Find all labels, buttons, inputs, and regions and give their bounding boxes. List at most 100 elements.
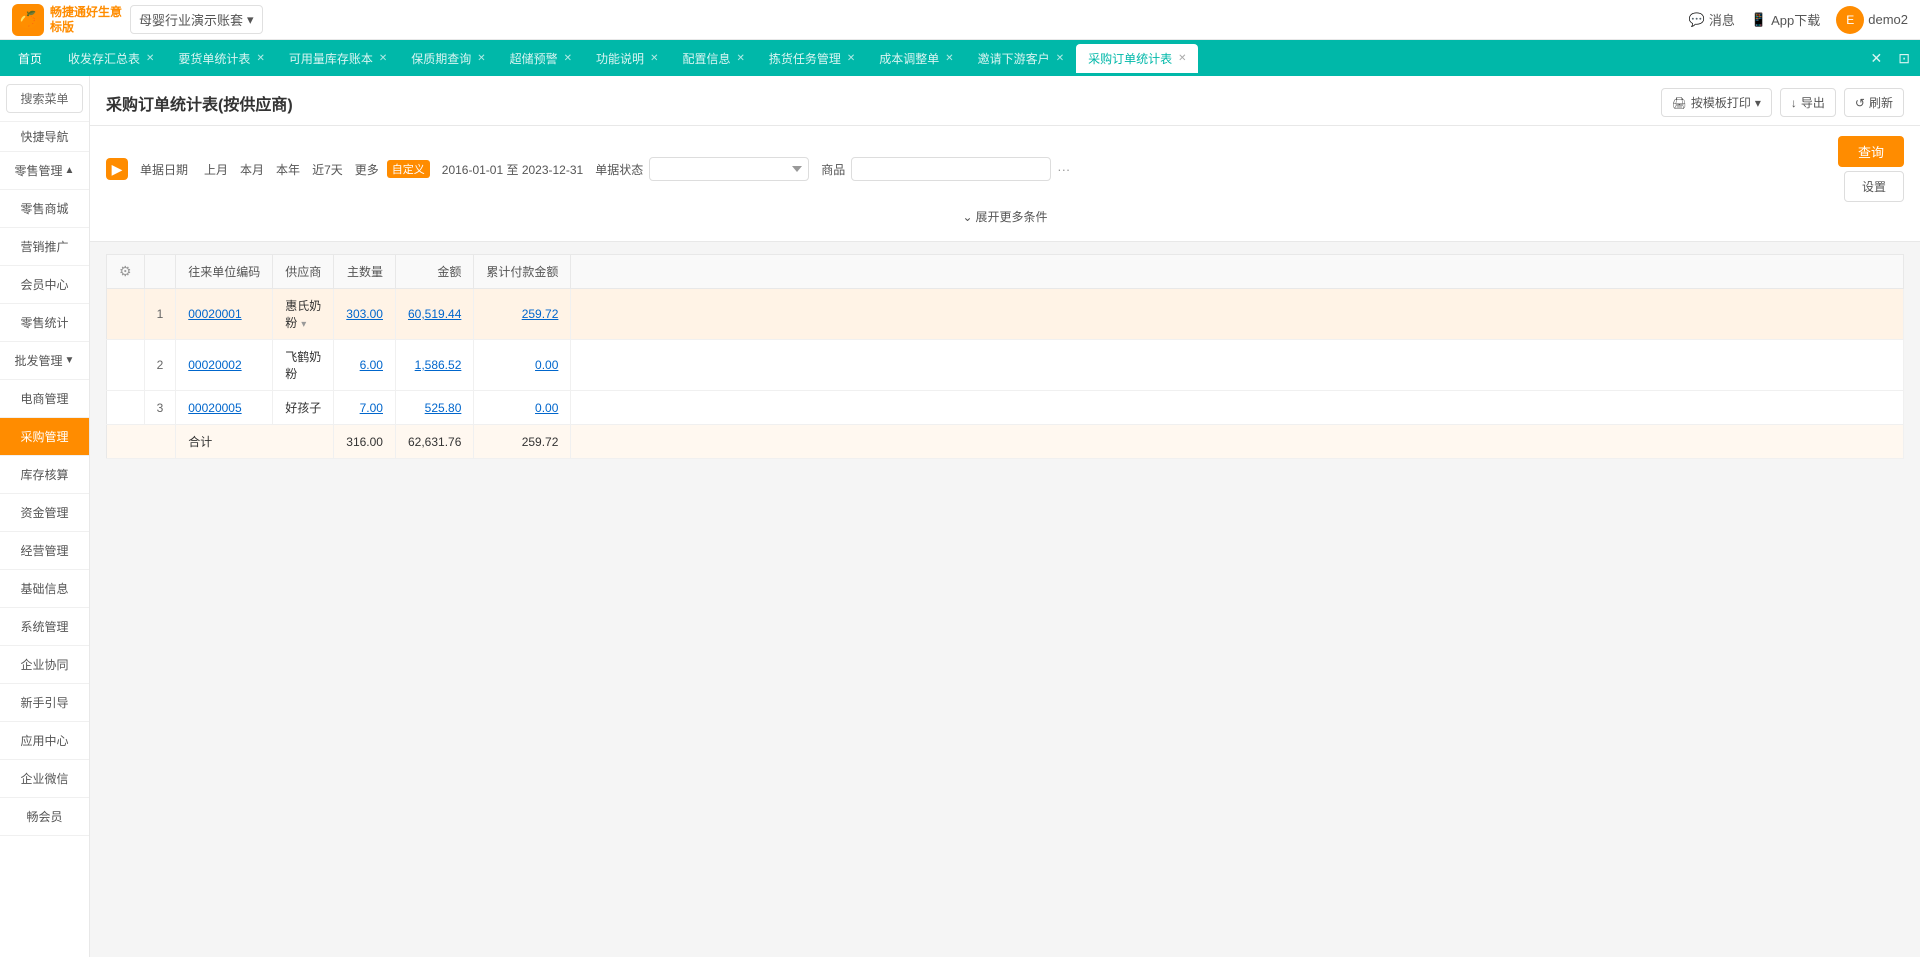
main-qty-col-header: 主数量	[334, 255, 396, 289]
row-paid-amount[interactable]: 0.00	[474, 340, 571, 391]
close-icon[interactable]: ✕	[1178, 53, 1186, 64]
row-paid-amount[interactable]: 0.00	[474, 391, 571, 425]
table-footer: 合计 316.00 62,631.76 259.72	[107, 425, 1904, 459]
maximize-button[interactable]: ⊡	[1892, 46, 1916, 71]
table-row: 3 00020005 好孩子 7.00 525.80 0.00	[107, 391, 1904, 425]
tab-baozhi[interactable]: 保质期查询 ✕	[399, 44, 497, 73]
sidebar-item-inventory[interactable]: 库存核算	[0, 456, 89, 494]
sidebar-item-appcenter[interactable]: 应用中心	[0, 722, 89, 760]
sidebar-item-enterprise-wechat[interactable]: 企业微信	[0, 760, 89, 798]
close-icon[interactable]: ✕	[477, 53, 485, 64]
close-window-button[interactable]: ✕	[1865, 46, 1889, 71]
shortcut-this-year[interactable]: 本年	[272, 159, 304, 180]
export-button[interactable]: ↓ 导出	[1780, 88, 1836, 117]
tab-paihuorenwu[interactable]: 拣货任务管理 ✕	[757, 44, 867, 73]
sidebar-item-purchase[interactable]: 采购管理	[0, 418, 89, 456]
close-icon[interactable]: ✕	[379, 53, 387, 64]
close-icon[interactable]: ✕	[650, 53, 658, 64]
tab-caigoudindan[interactable]: 采购订单统计表 ✕	[1076, 44, 1198, 73]
print-icon: 🖨	[1672, 96, 1687, 110]
nav-tabs-right: ✕ ⊡	[1865, 46, 1916, 71]
goods-more-icon[interactable]: ···	[1057, 162, 1070, 177]
sidebar-item-operations[interactable]: 经营管理	[0, 532, 89, 570]
expand-more-button[interactable]: ⌄ 展开更多条件	[962, 208, 1047, 225]
row-unit-code[interactable]: 00020002	[176, 340, 273, 391]
row-settings	[107, 340, 145, 391]
filter-toggle-button[interactable]: ▶	[106, 158, 128, 180]
user-profile[interactable]: E demo2	[1836, 6, 1908, 34]
logo-icon: 🍊	[12, 4, 44, 36]
tab-yaohuo[interactable]: 要货单统计表 ✕	[166, 44, 276, 73]
data-table: ⚙ 往来单位编码 供应商 主数量 金额 累计付款金额 1	[106, 254, 1904, 459]
status-select[interactable]	[649, 157, 809, 181]
sidebar-item-membership[interactable]: 会员中心	[0, 266, 89, 304]
query-button[interactable]: 查询	[1838, 136, 1904, 167]
total-amount: 62,631.76	[395, 425, 473, 459]
sidebar-item-retail[interactable]: 零售管理 ▲	[0, 152, 89, 190]
empty-col-header	[571, 255, 1904, 289]
shortcut-more[interactable]: 更多	[351, 159, 383, 180]
nav-tabs: 首页 收发存汇总表 ✕ 要货单统计表 ✕ 可用量库存账本 ✕ 保质期查询 ✕ 超…	[0, 40, 1920, 76]
sidebar-quick-nav[interactable]: 快捷导航	[0, 122, 89, 152]
sidebar-item-basic[interactable]: 基础信息	[0, 570, 89, 608]
close-icon[interactable]: ✕	[146, 53, 154, 64]
app-download-button[interactable]: 📱 App下载	[1751, 10, 1820, 29]
workspace-selector[interactable]: 母婴行业演示账套 ▾	[130, 5, 263, 34]
close-icon[interactable]: ✕	[945, 53, 953, 64]
tab-shoufahu[interactable]: 收发存汇总表 ✕	[56, 44, 166, 73]
sidebar-item-wholesale[interactable]: 批发管理 ▼	[0, 342, 89, 380]
row-empty	[571, 340, 1904, 391]
tab-keyong[interactable]: 可用量库存账本 ✕	[277, 44, 399, 73]
tab-chengbentiaozhen[interactable]: 成本调整单 ✕	[867, 44, 965, 73]
search-menu-button[interactable]: 搜索菜单	[6, 84, 83, 113]
download-icon: 📱	[1751, 12, 1767, 28]
row-main-qty[interactable]: 303.00	[334, 289, 396, 340]
tab-peizhi[interactable]: 配置信息 ✕	[670, 44, 756, 73]
row-amount[interactable]: 1,586.52	[395, 340, 473, 391]
row-expand-icon[interactable]: ▾	[301, 319, 306, 330]
goods-input[interactable]	[851, 157, 1051, 181]
template-print-button[interactable]: 🖨 按模板打印 ▾	[1661, 88, 1772, 117]
sidebar-item-enterprise[interactable]: 企业协同	[0, 646, 89, 684]
export-icon: ↓	[1791, 96, 1797, 110]
row-unit-code[interactable]: 00020005	[176, 391, 273, 425]
sidebar-item-ecommerce[interactable]: 电商管理	[0, 380, 89, 418]
sidebar-item-marketing[interactable]: 营销推广	[0, 228, 89, 266]
close-icon[interactable]: ✕	[736, 53, 744, 64]
sidebar-item-system[interactable]: 系统管理	[0, 608, 89, 646]
close-icon[interactable]: ✕	[1056, 53, 1064, 64]
shortcut-this-month[interactable]: 本月	[236, 159, 268, 180]
top-bar: 🍊 畅捷通好生意 标版 母婴行业演示账套 ▾ 💬 消息 📱 App下载 E de…	[0, 0, 1920, 40]
row-unit-code[interactable]: 00020001	[176, 289, 273, 340]
row-paid-amount[interactable]: 259.72	[474, 289, 571, 340]
refresh-button[interactable]: ↺ 刷新	[1844, 88, 1904, 117]
sidebar-item-finance[interactable]: 资金管理	[0, 494, 89, 532]
row-settings	[107, 289, 145, 340]
column-settings-icon[interactable]: ⚙	[119, 263, 132, 279]
goods-label: 商品	[821, 161, 845, 178]
shortcut-last-month[interactable]: 上月	[200, 159, 232, 180]
tab-gongneng[interactable]: 功能说明 ✕	[584, 44, 670, 73]
tab-chaochuyujing[interactable]: 超储预警 ✕	[498, 44, 584, 73]
close-icon[interactable]: ✕	[564, 53, 572, 64]
row-main-qty[interactable]: 6.00	[334, 340, 396, 391]
row-supplier: 飞鹤奶粉	[273, 340, 334, 391]
sidebar-item-newbie[interactable]: 新手引导	[0, 684, 89, 722]
tab-yaoqing[interactable]: 邀请下游客户 ✕	[966, 44, 1076, 73]
close-icon[interactable]: ✕	[847, 53, 855, 64]
sidebar-item-member[interactable]: 畅会员	[0, 798, 89, 836]
sidebar-item-retail-shop[interactable]: 零售商城	[0, 190, 89, 228]
status-label: 单据状态	[595, 161, 643, 178]
row-amount[interactable]: 525.80	[395, 391, 473, 425]
shortcut-7days[interactable]: 近7天	[308, 159, 347, 180]
sidebar-item-retail-stats[interactable]: 零售统计	[0, 304, 89, 342]
row-empty	[571, 391, 1904, 425]
tab-home[interactable]: 首页	[4, 44, 56, 73]
filter-bar: ▶ 单据日期 上月 本月 本年 近7天 更多 自定义 2016-01-01 至 …	[90, 126, 1920, 242]
settings-button[interactable]: 设置	[1844, 171, 1904, 202]
row-amount[interactable]: 60,519.44	[395, 289, 473, 340]
index-col-header	[144, 255, 176, 289]
row-main-qty[interactable]: 7.00	[334, 391, 396, 425]
close-icon[interactable]: ✕	[256, 53, 264, 64]
message-button[interactable]: 💬 消息	[1689, 10, 1735, 29]
